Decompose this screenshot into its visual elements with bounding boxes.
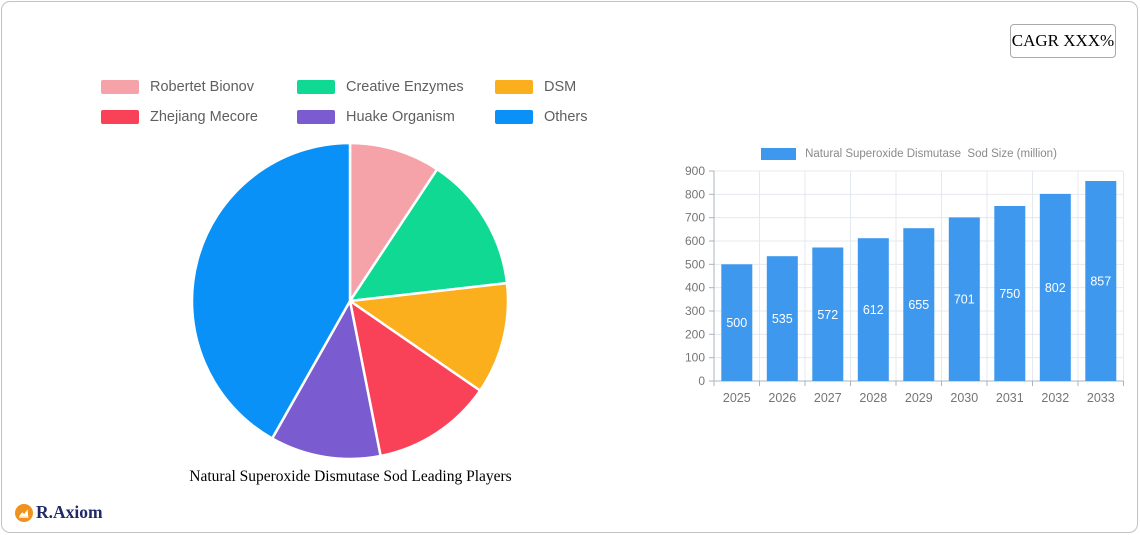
x-category-label: 2027 <box>814 391 842 405</box>
pie-chart-svg <box>190 141 510 461</box>
x-category-label: 2031 <box>996 391 1024 405</box>
legend-swatch-huake-organism <box>297 110 335 124</box>
legend-item-creative-enzymes[interactable]: Creative Enzymes <box>297 79 495 95</box>
y-tick-label: 400 <box>685 281 705 295</box>
y-tick-label: 800 <box>685 187 705 201</box>
x-category-label: 2028 <box>859 391 887 405</box>
bar-value-label: 500 <box>726 316 747 330</box>
bar-legend[interactable]: Natural Superoxide Dismutase Sod Size (m… <box>678 146 1140 161</box>
bar-value-label: 701 <box>954 293 975 307</box>
bar-legend-swatch <box>761 147 797 160</box>
y-tick-label: 200 <box>685 327 705 341</box>
pie-chart <box>187 138 513 464</box>
cagr-badge-label: CAGR XXX% <box>1011 31 1115 50</box>
bar-value-label: 802 <box>1045 281 1066 295</box>
y-tick-label: 900 <box>685 164 705 178</box>
legend-label: Creative Enzymes <box>346 79 464 95</box>
legend-label: Others <box>544 109 588 125</box>
legend-label: Huake Organism <box>346 109 455 125</box>
brand-logo-text: R.Axiom <box>36 502 103 522</box>
y-tick-label: 600 <box>685 234 705 248</box>
legend-swatch-zhejiang-mecore <box>101 110 139 124</box>
growth-chart-icon <box>15 503 33 522</box>
legend-item-dsm[interactable]: DSM <box>495 79 588 95</box>
legend-item-zhejiang-mecore[interactable]: Zhejiang Mecore <box>101 109 297 125</box>
bar-legend-label: Natural Superoxide Dismutase Sod Size (m… <box>805 147 1057 160</box>
legend-item-robertet-bionov[interactable]: Robertet Bionov <box>101 79 297 95</box>
legend-label: Robertet Bionov <box>150 79 254 95</box>
bar-value-label: 655 <box>908 298 929 312</box>
y-tick-label: 0 <box>698 374 705 388</box>
legend-item-others[interactable]: Others <box>495 109 588 125</box>
bar-value-label: 572 <box>817 308 838 322</box>
x-category-label: 2026 <box>768 391 796 405</box>
legend-item-huake-organism[interactable]: Huake Organism <box>297 109 495 125</box>
bar-chart-svg: 0 100 200 300 400 500 600 700 800 900 500 2025 535 20… <box>685 164 1124 405</box>
bar-value-label: 612 <box>863 303 884 317</box>
pie-legend: Robertet Bionov Creative Enzymes DSM Zhejia… <box>101 79 588 125</box>
cagr-badge: CAGR XXX% <box>1010 24 1116 58</box>
legend-label: Zhejiang Mecore <box>150 109 258 125</box>
legend-swatch-creative-enzymes <box>297 80 335 94</box>
bar-value-label: 750 <box>999 287 1020 301</box>
legend-swatch-dsm <box>495 80 533 94</box>
x-category-label: 2033 <box>1087 391 1115 405</box>
report-card: CAGR XXX% Robertet Bionov Creative Enzyme… <box>1 1 1138 533</box>
y-tick-label: 100 <box>685 351 705 365</box>
x-category-label: 2029 <box>905 391 933 405</box>
legend-label: DSM <box>544 79 577 95</box>
y-tick-label: 500 <box>685 257 705 271</box>
x-category-label: 2030 <box>950 391 978 405</box>
bar-value-label: 857 <box>1090 275 1111 289</box>
x-category-label: 2025 <box>723 391 751 405</box>
y-tick-label: 700 <box>685 211 705 225</box>
legend-swatch-others <box>495 110 533 124</box>
bar-chart-section: Natural Superoxide Dismutase Sod Size (m… <box>678 146 1140 418</box>
pie-chart-title: Natural Superoxide Dismutase Sod Leading… <box>189 468 512 485</box>
legend-swatch-robertet-bionov <box>101 80 139 94</box>
y-tick-label: 300 <box>685 304 705 318</box>
x-category-label: 2032 <box>1041 391 1069 405</box>
bar-value-label: 535 <box>772 312 793 326</box>
brand-logo: R.Axiom <box>14 502 103 523</box>
